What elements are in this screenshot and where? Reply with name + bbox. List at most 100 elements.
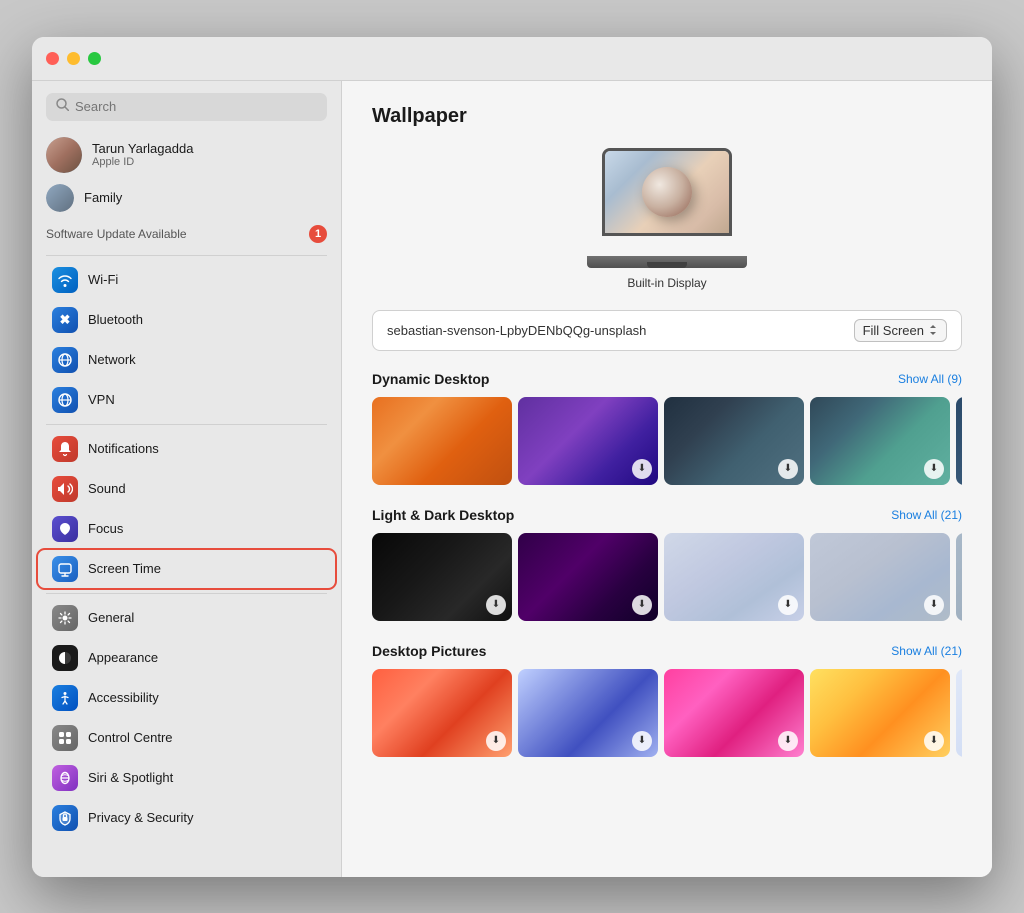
wallpaper-thumb-dd4[interactable]: ⬇ xyxy=(810,397,950,485)
sidebar-item-sound[interactable]: Sound xyxy=(38,470,335,508)
fill-option-label: Fill Screen xyxy=(863,323,924,338)
wallpaper-thumb-dd2[interactable]: ⬇ xyxy=(518,397,658,485)
sidebar-item-control-centre[interactable]: Control Centre xyxy=(38,719,335,757)
lightdark-grid: ⬇ ⬇ ⬇ ⬇ xyxy=(372,533,962,621)
dynamic-desktop-header: Dynamic Desktop Show All (9) xyxy=(372,371,962,387)
main-content: Wallpaper Built-in Display seba xyxy=(342,81,992,877)
wallpaper-thumb-ld4[interactable]: ⬇ xyxy=(810,533,950,621)
download-icon-ld3: ⬇ xyxy=(778,595,798,615)
download-icon-dd3: ⬇ xyxy=(778,459,798,479)
download-icon-dd4: ⬇ xyxy=(924,459,944,479)
traffic-lights xyxy=(46,52,101,65)
wallpaper-thumb-dd1[interactable] xyxy=(372,397,512,485)
desktop-pictures-header: Desktop Pictures Show All (21) xyxy=(372,643,962,659)
wallpaper-thumb-dp3[interactable]: ⬇ xyxy=(664,669,804,757)
vpn-icon xyxy=(52,387,78,413)
download-icon-dp3: ⬇ xyxy=(778,731,798,751)
family-label: Family xyxy=(84,190,122,205)
sidebar-item-bluetooth-label: Bluetooth xyxy=(88,312,143,327)
sidebar-item-focus[interactable]: Focus xyxy=(38,510,335,548)
sidebar-item-notifications[interactable]: Notifications xyxy=(38,430,335,468)
wallpaper-thumb-dd5[interactable] xyxy=(956,397,962,485)
search-input[interactable] xyxy=(75,99,317,114)
wallpaper-thumb-dp5[interactable] xyxy=(956,669,962,757)
general-icon xyxy=(52,605,78,631)
sound-icon xyxy=(52,476,78,502)
sidebar-item-vpn[interactable]: VPN xyxy=(38,381,335,419)
laptop-screen-inner xyxy=(605,151,729,233)
wifi-icon xyxy=(52,267,78,293)
software-update-badge: 1 xyxy=(309,225,327,243)
dynamic-desktop-title: Dynamic Desktop xyxy=(372,371,489,387)
sidebar-item-screentime[interactable]: Screen Time xyxy=(38,550,335,588)
minimize-button[interactable] xyxy=(67,52,80,65)
family-avatar xyxy=(46,184,74,212)
desktop-pictures-show-all[interactable]: Show All (21) xyxy=(891,644,962,658)
notifications-icon xyxy=(52,436,78,462)
divider-1 xyxy=(46,255,327,256)
sidebar-item-siri-label: Siri & Spotlight xyxy=(88,770,173,785)
fill-screen-select[interactable]: Fill Screen xyxy=(854,319,947,342)
sidebar-item-family[interactable]: Family xyxy=(32,179,341,217)
laptop-graphic xyxy=(587,148,747,268)
download-icon-ld1: ⬇ xyxy=(486,595,506,615)
page-title: Wallpaper xyxy=(372,105,962,128)
sidebar-item-sound-label: Sound xyxy=(88,481,126,496)
accessibility-icon xyxy=(52,685,78,711)
maximize-button[interactable] xyxy=(88,52,101,65)
fill-select-arrows-icon xyxy=(928,323,938,337)
sidebar-item-general[interactable]: General xyxy=(38,599,335,637)
display-preview: Built-in Display xyxy=(372,148,962,290)
sidebar-item-vpn-label: VPN xyxy=(88,392,115,407)
divider-2 xyxy=(46,424,327,425)
sidebar-item-accessibility-label: Accessibility xyxy=(88,690,159,705)
appearance-icon xyxy=(52,645,78,671)
search-container xyxy=(32,81,341,131)
siri-icon xyxy=(52,765,78,791)
sidebar-item-software-update[interactable]: Software Update Available 1 xyxy=(32,217,341,251)
laptop-base-notch xyxy=(647,262,687,268)
download-icon-dp1: ⬇ xyxy=(486,731,506,751)
sidebar-item-wifi[interactable]: Wi-Fi xyxy=(38,261,335,299)
download-icon-ld2: ⬇ xyxy=(632,595,652,615)
download-icon-dd2: ⬇ xyxy=(632,459,652,479)
dynamic-desktop-grid: ⬇ ⬇ ⬇ xyxy=(372,397,962,485)
sidebar-item-wifi-label: Wi-Fi xyxy=(88,272,118,287)
desktop-pictures-grid: ⬇ ⬇ ⬇ ⬇ xyxy=(372,669,962,757)
download-icon-ld4: ⬇ xyxy=(924,595,944,615)
close-button[interactable] xyxy=(46,52,59,65)
wallpaper-thumb-dp1[interactable]: ⬇ xyxy=(372,669,512,757)
dynamic-desktop-show-all[interactable]: Show All (9) xyxy=(898,372,962,386)
software-update-label: Software Update Available xyxy=(46,227,187,241)
lightdark-show-all[interactable]: Show All (21) xyxy=(891,508,962,522)
display-label: Built-in Display xyxy=(627,276,706,290)
focus-icon xyxy=(52,516,78,542)
wallpaper-thumb-ld1[interactable]: ⬇ xyxy=(372,533,512,621)
user-subtitle: Apple ID xyxy=(92,156,193,168)
sidebar-item-network[interactable]: Network xyxy=(38,341,335,379)
sidebar-item-privacy[interactable]: Privacy & Security xyxy=(38,799,335,837)
wallpaper-thumb-ld3[interactable]: ⬇ xyxy=(664,533,804,621)
wallpaper-thumb-ld2[interactable]: ⬇ xyxy=(518,533,658,621)
sidebar-item-network-label: Network xyxy=(88,352,136,367)
sidebar-item-accessibility[interactable]: Accessibility xyxy=(38,679,335,717)
sidebar-item-general-label: General xyxy=(88,610,134,625)
search-box[interactable] xyxy=(46,93,327,121)
sidebar-item-appearance[interactable]: Appearance xyxy=(38,639,335,677)
sidebar-item-privacy-label: Privacy & Security xyxy=(88,810,193,825)
wallpaper-thumb-dp2[interactable]: ⬇ xyxy=(518,669,658,757)
wallpaper-name-text: sebastian-svenson-LpbyDENbQQg-unsplash xyxy=(387,323,842,338)
sidebar-item-bluetooth[interactable]: ✖ Bluetooth xyxy=(38,301,335,339)
wallpaper-thumb-dd3[interactable]: ⬇ xyxy=(664,397,804,485)
bluetooth-icon: ✖ xyxy=(52,307,78,333)
sidebar-item-user-profile[interactable]: Tarun Yarlagadda Apple ID xyxy=(32,131,341,179)
laptop-screen xyxy=(602,148,732,236)
sidebar-item-focus-label: Focus xyxy=(88,521,123,536)
user-info: Tarun Yarlagadda Apple ID xyxy=(92,141,193,168)
sidebar-item-siri[interactable]: Siri & Spotlight xyxy=(38,759,335,797)
sidebar-item-control-centre-label: Control Centre xyxy=(88,730,173,745)
wallpaper-thumb-dp4[interactable]: ⬇ xyxy=(810,669,950,757)
user-avatar xyxy=(46,137,82,173)
wallpaper-thumb-ld5[interactable] xyxy=(956,533,962,621)
titlebar xyxy=(32,37,992,81)
